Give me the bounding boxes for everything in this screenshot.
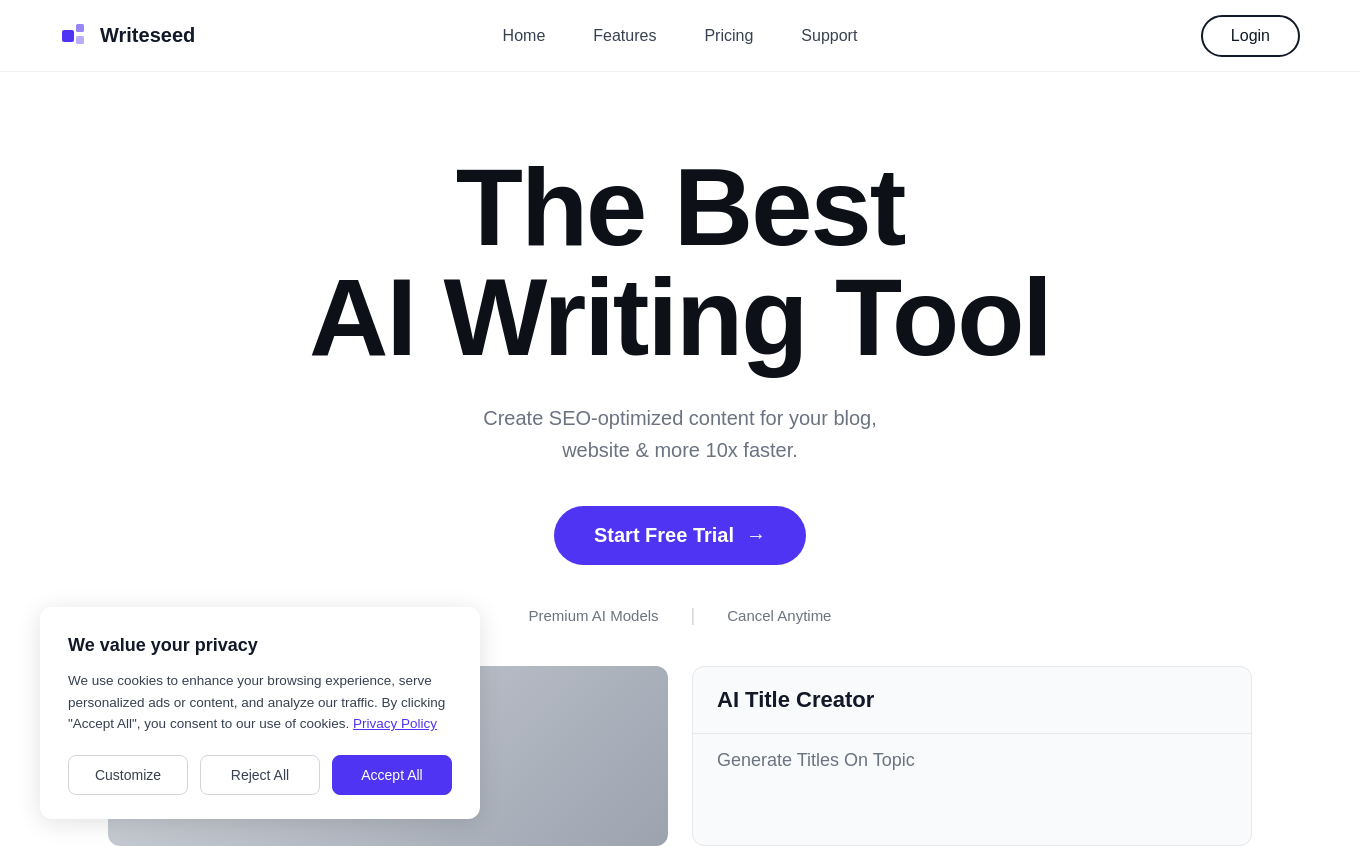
privacy-policy-link[interactable]: Privacy Policy <box>353 716 437 731</box>
accept-all-button[interactable]: Accept All <box>332 755 452 795</box>
cookie-title: We value your privacy <box>68 635 452 656</box>
preview-right-header: AI Title Creator <box>693 667 1251 734</box>
nav-links: Home Features Pricing Support <box>503 27 858 45</box>
badge-separator: | <box>691 605 696 626</box>
nav-home[interactable]: Home <box>503 27 546 45</box>
nav-support[interactable]: Support <box>801 27 857 45</box>
ai-title-creator-subtitle: Generate Titles On Topic <box>693 734 1251 787</box>
cookie-body: We use cookies to enhance your browsing … <box>68 670 452 735</box>
nav-pricing[interactable]: Pricing <box>704 27 753 45</box>
hero-title-line1: The Best <box>456 152 905 262</box>
navbar: Writeseed Home Features Pricing Support … <box>0 0 1360 72</box>
logo-link[interactable]: Writeseed <box>60 20 195 52</box>
logo-icon <box>60 20 92 52</box>
cookie-banner: We value your privacy We use cookies to … <box>40 607 480 819</box>
login-button[interactable]: Login <box>1201 15 1300 57</box>
hero-badges: Premium AI Models | Cancel Anytime <box>529 605 832 626</box>
svg-rect-1 <box>76 24 84 32</box>
start-free-trial-button[interactable]: Start Free Trial → <box>554 506 806 565</box>
customize-button[interactable]: Customize <box>68 755 188 795</box>
badge-cancel-anytime: Cancel Anytime <box>727 607 831 624</box>
arrow-icon: → <box>746 524 766 547</box>
svg-rect-0 <box>62 30 74 42</box>
ai-title-creator-label: AI Title Creator <box>717 687 1227 713</box>
badge-premium-ai: Premium AI Models <box>529 607 659 624</box>
nav-features[interactable]: Features <box>593 27 656 45</box>
hero-subtitle: Create SEO-optimized content for your bl… <box>483 402 877 466</box>
cta-label: Start Free Trial <box>594 524 734 547</box>
cookie-buttons: Customize Reject All Accept All <box>68 755 452 795</box>
preview-right-card: AI Title Creator Generate Titles On Topi… <box>692 666 1252 846</box>
hero-title-line2: AI Writing Tool <box>309 262 1051 372</box>
hero-section: The Best AI Writing Tool Create SEO-opti… <box>0 72 1360 666</box>
reject-all-button[interactable]: Reject All <box>200 755 320 795</box>
logo-text: Writeseed <box>100 24 195 47</box>
svg-rect-2 <box>76 36 84 44</box>
